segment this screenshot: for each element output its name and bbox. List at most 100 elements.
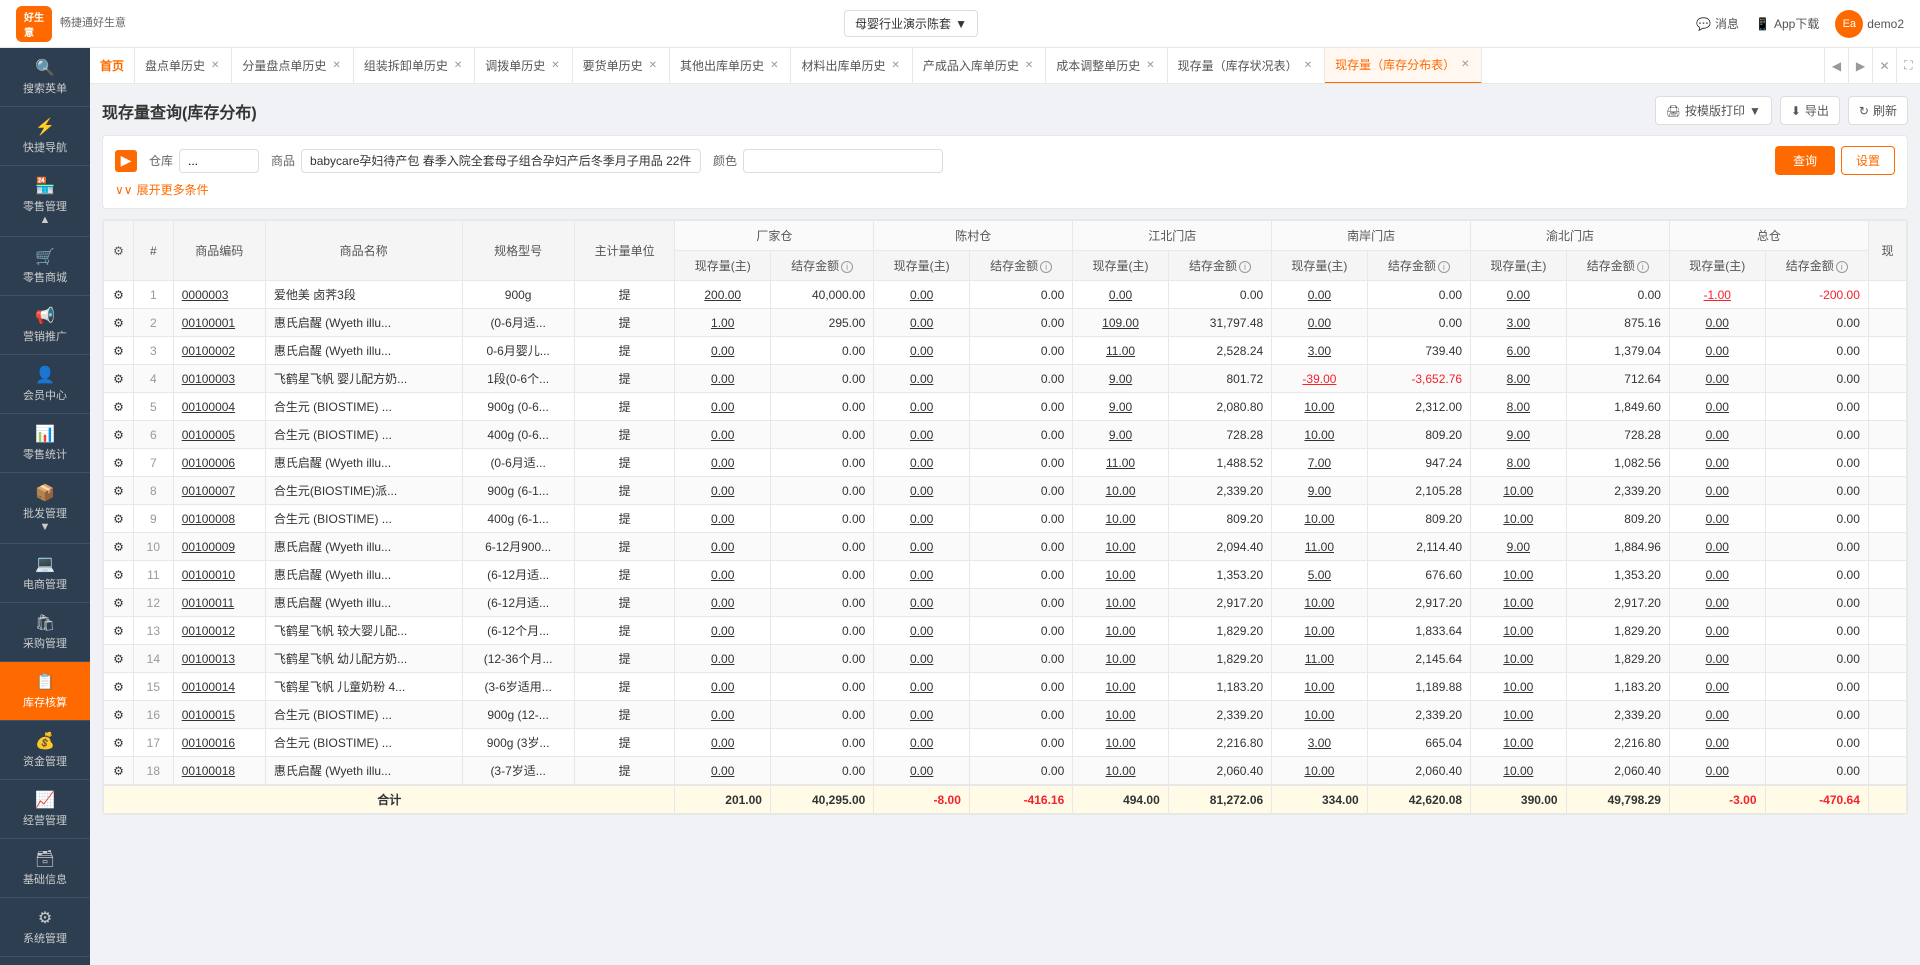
row-chenjiang-qty[interactable]: 0.00 — [874, 645, 970, 673]
row-code[interactable]: 00100008 — [173, 505, 265, 533]
tab-inventory-count[interactable]: 盘点单历史 ✕ — [135, 48, 232, 84]
row-chenjiang-qty[interactable]: 0.00 — [874, 421, 970, 449]
row-jiangbei-qty[interactable]: 10.00 — [1073, 505, 1169, 533]
row-factory-qty[interactable]: 1.00 — [675, 309, 771, 337]
expand-conditions-btn[interactable]: ∨∨ 展开更多条件 — [115, 181, 1895, 198]
tab-finished-in[interactable]: 产成品入库单历史 ✕ — [913, 48, 1046, 84]
tab-close-assembly[interactable]: ✕ — [452, 60, 464, 71]
row-code[interactable]: 00100012 — [173, 617, 265, 645]
row-gear[interactable]: ⚙ — [104, 477, 134, 505]
row-nanan-qty[interactable]: 9.00 — [1272, 477, 1368, 505]
tab-close-other-out[interactable]: ✕ — [768, 60, 780, 71]
row-chenjiang-qty[interactable]: 0.00 — [874, 673, 970, 701]
tab-other-out[interactable]: 其他出库单历史 ✕ — [670, 48, 791, 84]
row-nanan-qty[interactable]: 0.00 — [1272, 309, 1368, 337]
row-code[interactable]: 0000003 — [173, 281, 265, 309]
sidebar-item-collab[interactable]: 🤝 企业协同 — [0, 957, 90, 965]
row-total-qty[interactable]: 0.00 — [1669, 617, 1765, 645]
jiangbei-amt-info[interactable]: i — [1239, 261, 1251, 273]
row-gear[interactable]: ⚙ — [104, 309, 134, 337]
row-gear[interactable]: ⚙ — [104, 365, 134, 393]
row-nanan-qty[interactable]: 5.00 — [1272, 561, 1368, 589]
sidebar-item-wholesale[interactable]: 📦 批发管理 ▼ — [0, 473, 90, 544]
row-yubeicheng-qty[interactable]: 3.00 — [1471, 309, 1567, 337]
row-nanan-qty[interactable]: 10.00 — [1272, 505, 1368, 533]
row-chenjiang-qty[interactable]: 0.00 — [874, 477, 970, 505]
sidebar-item-finance[interactable]: 💰 资金管理 — [0, 721, 90, 780]
tab-stock-dist[interactable]: 现存量（库存分布表） ✕ — [1325, 48, 1482, 84]
color-input[interactable] — [743, 149, 943, 173]
row-yubeicheng-qty[interactable]: 10.00 — [1471, 589, 1567, 617]
row-jiangbei-qty[interactable]: 9.00 — [1073, 393, 1169, 421]
sidebar-item-member[interactable]: 👤 会员中心 — [0, 355, 90, 414]
row-factory-qty[interactable]: 0.00 — [675, 561, 771, 589]
tab-prev-btn[interactable]: ◀ — [1824, 48, 1848, 84]
row-code[interactable]: 00100004 — [173, 393, 265, 421]
row-gear[interactable]: ⚙ — [104, 589, 134, 617]
app-download-btn[interactable]: 📱 App下载 — [1755, 15, 1819, 32]
tab-close-purchase[interactable]: ✕ — [647, 60, 659, 71]
row-jiangbei-qty[interactable]: 10.00 — [1073, 589, 1169, 617]
tab-next-btn[interactable]: ▶ — [1848, 48, 1872, 84]
row-total-qty[interactable]: 0.00 — [1669, 645, 1765, 673]
row-nanan-qty[interactable]: 10.00 — [1272, 617, 1368, 645]
row-code[interactable]: 00100010 — [173, 561, 265, 589]
row-gear[interactable]: ⚙ — [104, 645, 134, 673]
row-code[interactable]: 00100013 — [173, 645, 265, 673]
sidebar-item-basic[interactable]: 🗃 基础信息 — [0, 839, 90, 898]
row-code[interactable]: 00100016 — [173, 729, 265, 757]
row-total-qty[interactable]: 0.00 — [1669, 421, 1765, 449]
row-gear[interactable]: ⚙ — [104, 561, 134, 589]
row-nanan-qty[interactable]: 10.00 — [1272, 673, 1368, 701]
sidebar-item-system[interactable]: ⚙ 系统管理 — [0, 898, 90, 957]
row-total-qty[interactable]: 0.00 — [1669, 533, 1765, 561]
row-factory-qty[interactable]: 0.00 — [675, 729, 771, 757]
row-yubeicheng-qty[interactable]: 10.00 — [1471, 645, 1567, 673]
row-code[interactable]: 00100005 — [173, 421, 265, 449]
tab-close-transfer[interactable]: ✕ — [549, 60, 561, 71]
row-factory-qty[interactable]: 0.00 — [675, 701, 771, 729]
row-code[interactable]: 00100002 — [173, 337, 265, 365]
row-factory-qty[interactable]: 0.00 — [675, 645, 771, 673]
row-gear[interactable]: ⚙ — [104, 421, 134, 449]
row-yubeicheng-qty[interactable]: 10.00 — [1471, 505, 1567, 533]
row-yubeicheng-qty[interactable]: 10.00 — [1471, 617, 1567, 645]
row-gear[interactable]: ⚙ — [104, 729, 134, 757]
row-jiangbei-qty[interactable]: 11.00 — [1073, 449, 1169, 477]
row-total-qty[interactable]: 0.00 — [1669, 449, 1765, 477]
row-code[interactable]: 00100018 — [173, 757, 265, 786]
row-gear[interactable]: ⚙ — [104, 673, 134, 701]
sidebar-item-retail-mgmt[interactable]: 🏪 零售管理 ▲ — [0, 166, 90, 237]
row-gear[interactable]: ⚙ — [104, 281, 134, 309]
row-code[interactable]: 00100011 — [173, 589, 265, 617]
row-jiangbei-qty[interactable]: 109.00 — [1073, 309, 1169, 337]
row-factory-qty[interactable]: 0.00 — [675, 673, 771, 701]
tab-assembly[interactable]: 组装拆卸单历史 ✕ — [354, 48, 475, 84]
factory-amt-info[interactable]: i — [841, 261, 853, 273]
sidebar-item-search[interactable]: 🔍 搜索英单 — [0, 48, 90, 107]
row-code[interactable]: 00100014 — [173, 673, 265, 701]
row-total-qty[interactable]: 0.00 — [1669, 701, 1765, 729]
refresh-btn[interactable]: ↻ 刷新 — [1848, 96, 1908, 125]
industry-selector[interactable]: 母婴行业演示陈套 ▼ — [844, 10, 978, 37]
row-nanan-qty[interactable]: 7.00 — [1272, 449, 1368, 477]
tab-expand-btn[interactable]: ⛶ — [1896, 48, 1920, 84]
sidebar-item-quicknav[interactable]: ⚡ 快捷导航 — [0, 107, 90, 166]
tab-close-material-out[interactable]: ✕ — [889, 60, 901, 71]
tab-close-stock-status[interactable]: ✕ — [1302, 60, 1314, 71]
row-jiangbei-qty[interactable]: 9.00 — [1073, 365, 1169, 393]
row-total-qty[interactable]: 0.00 — [1669, 365, 1765, 393]
row-gear[interactable]: ⚙ — [104, 617, 134, 645]
row-chenjiang-qty[interactable]: 0.00 — [874, 617, 970, 645]
tab-close-inventory-count[interactable]: ✕ — [209, 60, 221, 71]
row-nanan-qty[interactable]: 10.00 — [1272, 393, 1368, 421]
row-jiangbei-qty[interactable]: 11.00 — [1073, 337, 1169, 365]
row-jiangbei-qty[interactable]: 10.00 — [1073, 645, 1169, 673]
row-chenjiang-qty[interactable]: 0.00 — [874, 309, 970, 337]
row-chenjiang-qty[interactable]: 0.00 — [874, 365, 970, 393]
tab-close-finished-in[interactable]: ✕ — [1023, 60, 1035, 71]
row-code[interactable]: 00100006 — [173, 449, 265, 477]
row-jiangbei-qty[interactable]: 10.00 — [1073, 477, 1169, 505]
yubeicheng-amt-info[interactable]: i — [1637, 261, 1649, 273]
warehouse-input[interactable] — [179, 149, 259, 173]
